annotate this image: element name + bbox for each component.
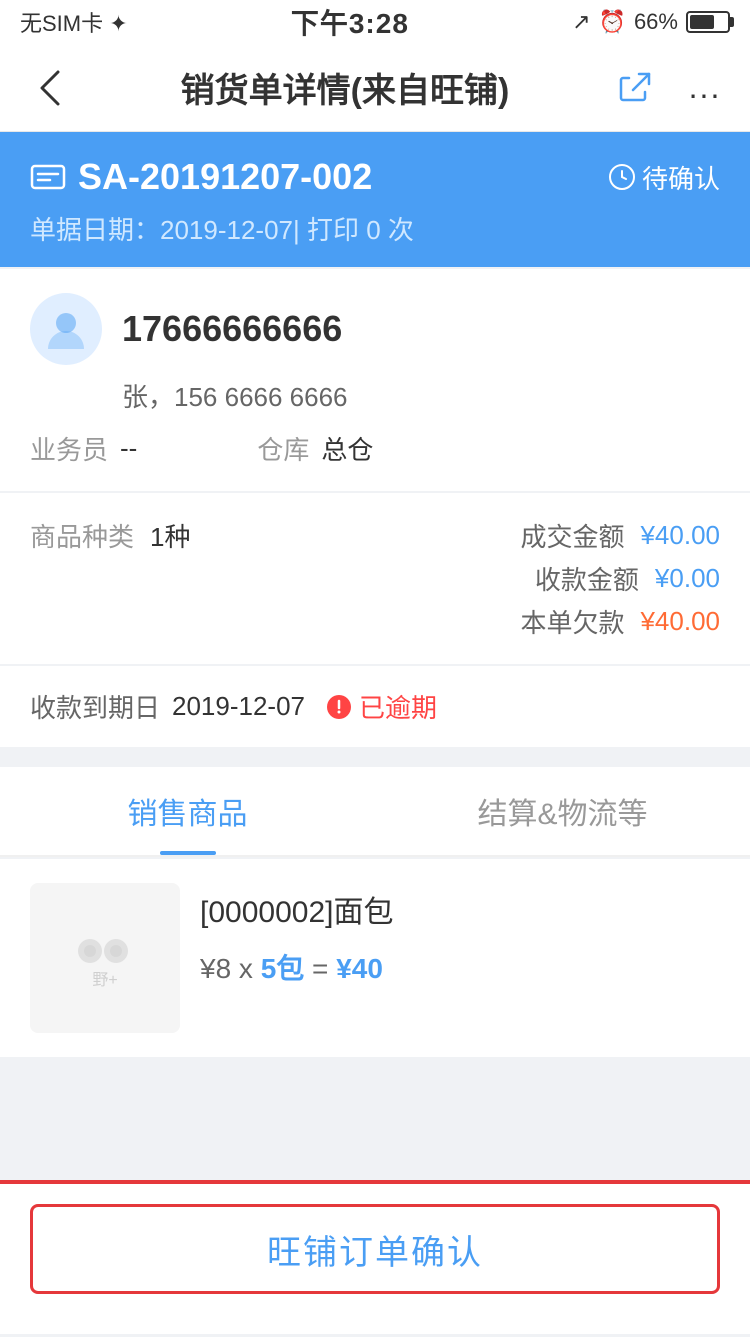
deal-amount-label: 成交金额 [520,517,624,554]
order-status: 待确认 [608,159,720,196]
warehouse-label: 仓库 [257,430,309,467]
amount-details: 成交金额 ¥40.00 收款金额 ¥0.00 本单欠款 ¥40.00 [520,517,720,640]
received-amount-label: 收款金额 [535,560,639,597]
sim-text: 无SIM卡 ✦ [20,6,128,38]
share-button[interactable] [610,63,660,113]
svg-text:野+: 野+ [92,971,117,989]
nav-actions: ... [610,63,730,113]
warehouse-value: 总仓 [321,430,373,467]
customer-name-phone: 张，156 6666 6666 [30,377,720,414]
status-right: ↗ ⏰ 66% [572,9,730,35]
product-price: ¥8 x 5包 = ¥40 [200,947,720,987]
tab-settlement[interactable]: 结算&物流等 [375,767,750,855]
product-card: 野+ [0000002]面包 ¥8 x 5包 = ¥40 [0,859,750,1057]
goods-type: 商品种类 1种 [30,517,190,554]
received-amount-value: ¥0.00 [655,563,720,594]
product-name: [0000002]面包 [200,887,720,931]
more-button[interactable]: ... [680,63,730,113]
location-icon: ↗ [572,9,590,35]
product-info: [0000002]面包 ¥8 x 5包 = ¥40 [200,883,720,987]
tabs-bar: 销售商品 结算&物流等 [0,767,750,857]
order-header-card: SA-20191207-002 待确认 单据日期：2019-12-07| 打印 … [0,132,750,267]
nav-bar: 销货单详情(来自旺铺) ... [0,44,750,132]
status-time: 下午3:28 [291,2,409,42]
battery-icon [686,11,730,33]
customer-phone: 17666666666 [122,308,342,350]
goods-type-value: 1种 [150,517,190,554]
customer-meta: 业务员 -- 仓库 总仓 [30,430,720,467]
due-date-label: 收款到期日 [30,688,160,725]
due-date-card: 收款到期日 2019-12-07 已逾期 [0,666,750,747]
salesperson-label: 业务员 [30,430,108,467]
due-date-value: 2019-12-07 [172,691,305,722]
tab-indicator [160,851,216,855]
avatar [30,293,102,365]
bottom-action: 旺铺订单确认 [0,1180,750,1334]
page-title: 销货单详情(来自旺铺) [80,63,610,112]
overdue-badge: 已逾期 [325,688,437,725]
debt-amount-label: 本单欠款 [520,603,624,640]
product-total: ¥40 [336,953,383,984]
battery-text: 66% [634,9,678,35]
amount-card: 商品种类 1种 成交金额 ¥40.00 收款金额 ¥0.00 本单欠款 ¥40.… [0,493,750,664]
deal-amount-value: ¥40.00 [640,520,720,551]
product-quantity: 5包 [261,953,305,984]
customer-info-card: 17666666666 张，156 6666 6666 业务员 -- 仓库 总仓 [0,269,750,491]
confirm-order-button[interactable]: 旺铺订单确认 [30,1204,720,1294]
debt-amount-value: ¥40.00 [640,606,720,637]
back-button[interactable] [20,58,80,118]
alarm-icon: ⏰ [599,9,626,35]
product-thumbnail: 野+ [30,883,180,1033]
status-bar: 无SIM卡 ✦ 下午3:28 ↗ ⏰ 66% [0,0,750,44]
tab-sales-goods[interactable]: 销售商品 [0,767,375,855]
order-date: 单据日期：2019-12-07| 打印 0 次 [30,210,720,247]
status-left: 无SIM卡 ✦ [20,6,128,38]
goods-type-label: 商品种类 [30,517,134,554]
salesperson-value: -- [120,433,137,464]
order-id: SA-20191207-002 [30,156,372,198]
